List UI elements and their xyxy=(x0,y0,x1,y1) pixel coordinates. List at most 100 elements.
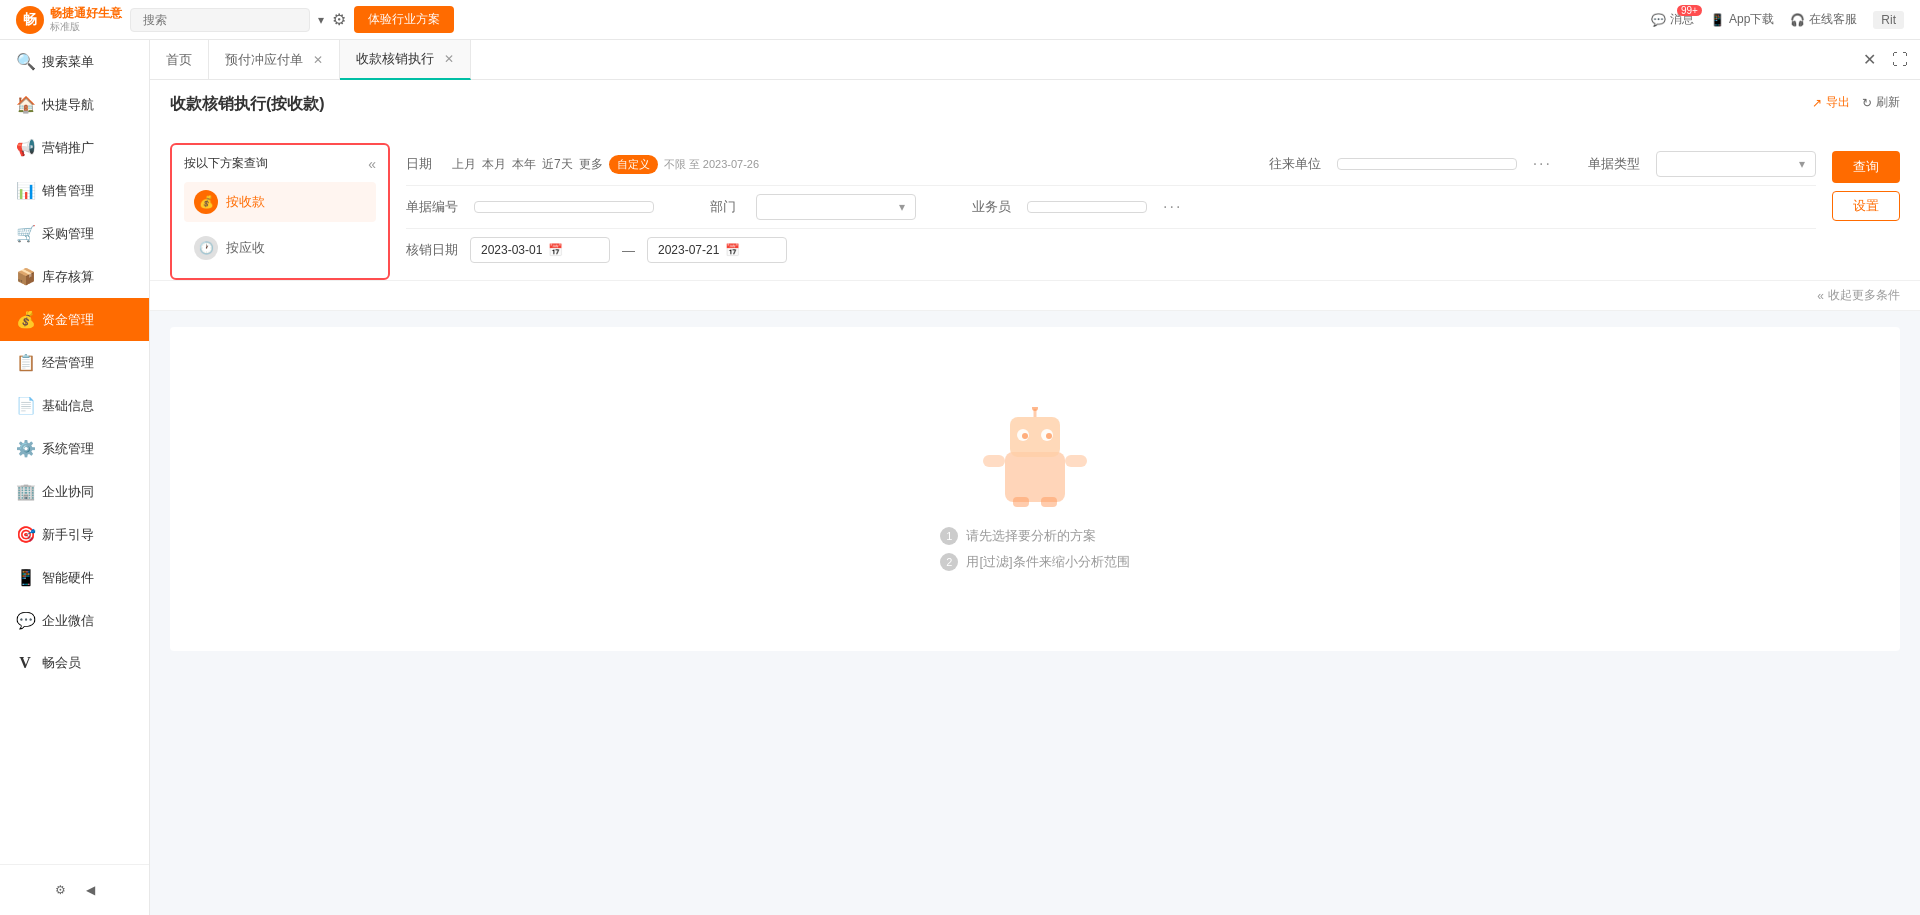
writeoff-date-to[interactable]: 2023-07-21 📅 xyxy=(647,237,787,263)
shortcut-7days[interactable]: 近7天 xyxy=(542,156,573,173)
custom-date-badge[interactable]: 自定义 xyxy=(609,155,658,174)
filter-row-3: 核销日期 2023-03-01 📅 — 2023-07-21 📅 xyxy=(406,229,1816,271)
collapse-icon: « xyxy=(1817,289,1824,303)
sidebar-item-system[interactable]: ⚙️ 系统管理 xyxy=(0,427,149,470)
sidebar-item-enterprise[interactable]: 🏢 企业协同 xyxy=(0,470,149,513)
sidebar-label-sales: 销售管理 xyxy=(42,182,94,200)
date-to-value: 2023-07-21 xyxy=(658,243,719,257)
doc-type-arrow: ▾ xyxy=(1799,157,1805,171)
collapse-more-label: 收起更多条件 xyxy=(1828,287,1900,304)
calendar-to-icon: 📅 xyxy=(725,243,740,257)
sidebar-item-wechat[interactable]: 💬 企业微信 xyxy=(0,599,149,642)
svg-rect-10 xyxy=(1013,497,1029,507)
app-download-item[interactable]: 📱 App下载 xyxy=(1710,11,1774,28)
top-search-input[interactable] xyxy=(130,8,310,32)
svg-rect-11 xyxy=(1041,497,1057,507)
filter-option-receivable[interactable]: 🕐 按应收 xyxy=(184,228,376,268)
empty-hint-2: 2 用[过滤]条件来缩小分析范围 xyxy=(940,553,1129,571)
top-bar: 畅 畅捷通好生意 标准版 ▾ ⚙ 体验行业方案 💬 消息 99+ 📱 App下载… xyxy=(0,0,1920,40)
top-bar-right: 💬 消息 99+ 📱 App下载 🎧 在线客服 Rit xyxy=(1651,11,1904,29)
message-item[interactable]: 💬 消息 99+ xyxy=(1651,11,1694,28)
tab-bar-actions: ✕ ⛶ xyxy=(1851,46,1920,73)
tab-prepay[interactable]: 预付冲应付单 ✕ xyxy=(209,40,340,80)
shortcut-this-year[interactable]: 本年 xyxy=(512,156,536,173)
sidebar-label-system: 系统管理 xyxy=(42,440,94,458)
sidebar-item-shortcut[interactable]: 🏠 快捷导航 xyxy=(0,83,149,126)
sidebar-item-search[interactable]: 🔍 搜索菜单 xyxy=(0,40,149,83)
doc-type-label: 单据类型 xyxy=(1588,155,1640,173)
sidebar-item-basic[interactable]: 📄 基础信息 xyxy=(0,384,149,427)
svg-point-4 xyxy=(1022,433,1028,439)
filter-option-receipt[interactable]: 💰 按收款 xyxy=(184,182,376,222)
export-label: 导出 xyxy=(1826,94,1850,111)
tab-close-window-btn[interactable]: ✕ xyxy=(1859,46,1880,73)
filter-rows: 日期 上月 本月 本年 近7天 更多 自定义 不限 至 2023-07-26 往… xyxy=(406,143,1816,280)
robot-svg xyxy=(975,407,1095,507)
filter-collapse-icon[interactable]: « xyxy=(368,156,376,172)
export-button[interactable]: ↗ 导出 xyxy=(1812,94,1850,111)
sidebar-item-sales[interactable]: 📊 销售管理 xyxy=(0,169,149,212)
hardware-icon: 📱 xyxy=(16,568,34,587)
filter-collapse-more-row: « 收起更多条件 xyxy=(150,281,1920,311)
svg-point-7 xyxy=(1032,407,1038,411)
guide-icon: 🎯 xyxy=(16,525,34,544)
brand-version: 标准版 xyxy=(50,21,122,33)
filter-settings-button[interactable]: 设置 xyxy=(1832,191,1900,221)
sidebar-item-purchase[interactable]: 🛒 采购管理 xyxy=(0,212,149,255)
counterpart-more-dots[interactable]: ··· xyxy=(1533,155,1552,173)
refresh-label: 刷新 xyxy=(1876,94,1900,111)
member-icon: V xyxy=(16,654,34,672)
sidebar-item-inventory[interactable]: 📦 库存核算 xyxy=(0,255,149,298)
svg-rect-8 xyxy=(983,455,1005,467)
empty-hint-1-text: 请先选择要分析的方案 xyxy=(966,527,1096,545)
username-display[interactable]: Rit xyxy=(1873,11,1904,29)
tab-receipt-writeoff[interactable]: 收款核销执行 ✕ xyxy=(340,40,471,80)
collapse-more-button[interactable]: « 收起更多条件 xyxy=(1817,287,1900,304)
dropdown-icon[interactable]: ▾ xyxy=(318,13,324,27)
tab-home[interactable]: 首页 xyxy=(150,40,209,80)
industry-solution-button[interactable]: 体验行业方案 xyxy=(354,6,454,33)
shortcut-more[interactable]: 更多 xyxy=(579,156,603,173)
doc-num-label: 单据编号 xyxy=(406,198,458,216)
hint-step-2-icon: 2 xyxy=(940,553,958,571)
sidebar-item-finance[interactable]: 💰 资金管理 xyxy=(0,298,149,341)
service-icon: 🎧 xyxy=(1790,13,1805,27)
staff-input[interactable] xyxy=(1027,201,1147,213)
sidebar-item-operation[interactable]: 📋 经营管理 xyxy=(0,341,149,384)
shortcut-this-month[interactable]: 本月 xyxy=(482,156,506,173)
dept-select[interactable]: ▾ xyxy=(756,194,916,220)
tab-expand-btn[interactable]: ⛶ xyxy=(1888,47,1912,73)
sidebar-item-member[interactable]: V 畅会员 xyxy=(0,642,149,684)
tab-receipt-close[interactable]: ✕ xyxy=(444,52,454,66)
settings-icon[interactable]: ⚙ xyxy=(332,10,346,29)
counterpart-input[interactable] xyxy=(1337,158,1517,170)
sidebar-bottom-settings[interactable]: ⚙ ◀ xyxy=(0,873,149,907)
date-from-value: 2023-03-01 xyxy=(481,243,542,257)
tab-bar: 首页 预付冲应付单 ✕ 收款核销执行 ✕ ✕ ⛶ xyxy=(150,40,1920,80)
doc-num-input[interactable] xyxy=(474,201,654,213)
receivable-option-icon: 🕐 xyxy=(194,236,218,260)
finance-icon: 💰 xyxy=(16,310,34,329)
writeoff-date-from[interactable]: 2023-03-01 📅 xyxy=(470,237,610,263)
dept-label: 部门 xyxy=(710,198,740,216)
shortcut-last-month[interactable]: 上月 xyxy=(452,156,476,173)
sidebar-item-guide[interactable]: 🎯 新手引导 xyxy=(0,513,149,556)
date-label: 日期 xyxy=(406,155,436,173)
bottom-collapse-icon: ◀ xyxy=(86,883,95,897)
sidebar-label-hardware: 智能硬件 xyxy=(42,569,94,587)
top-bar-left: 畅 畅捷通好生意 标准版 ▾ ⚙ 体验行业方案 xyxy=(16,6,454,34)
message-badge: 99+ xyxy=(1677,5,1702,16)
filter-row-2: 单据编号 部门 ▾ 业务员 ··· xyxy=(406,186,1816,229)
content-area: 首页 预付冲应付单 ✕ 收款核销执行 ✕ ✕ ⛶ 收款核销执行(按收款) ↗ xyxy=(150,40,1920,915)
sidebar-item-marketing[interactable]: 📢 营销推广 xyxy=(0,126,149,169)
sales-icon: 📊 xyxy=(16,181,34,200)
query-button[interactable]: 查询 xyxy=(1832,151,1900,183)
refresh-button[interactable]: ↻ 刷新 xyxy=(1862,94,1900,111)
staff-more-dots[interactable]: ··· xyxy=(1163,198,1182,216)
online-service-label: 在线客服 xyxy=(1809,11,1857,28)
doc-type-select[interactable]: ▾ xyxy=(1656,151,1816,177)
tab-prepay-close[interactable]: ✕ xyxy=(313,53,323,67)
message-icon: 💬 xyxy=(1651,13,1666,27)
sidebar-item-hardware[interactable]: 📱 智能硬件 xyxy=(0,556,149,599)
online-service-item[interactable]: 🎧 在线客服 xyxy=(1790,11,1857,28)
